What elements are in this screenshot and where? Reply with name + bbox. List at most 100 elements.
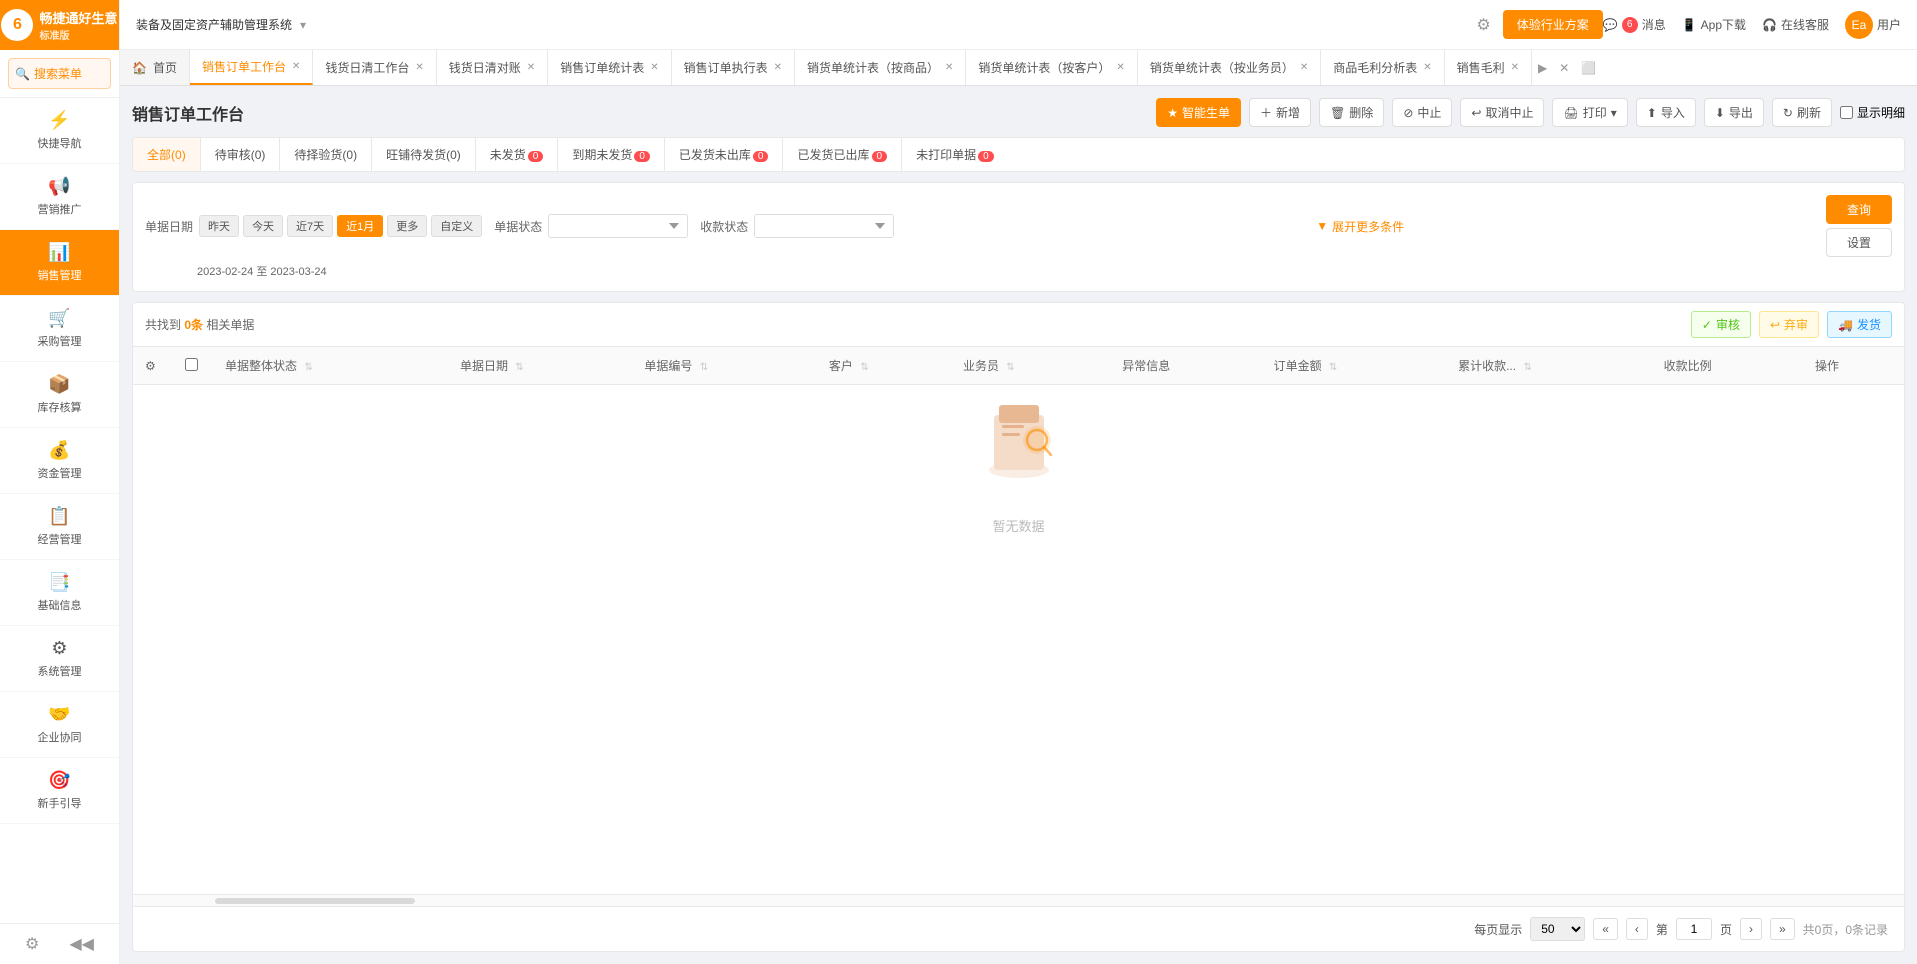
th-customer: 客户 ⇅ xyxy=(817,347,951,385)
cancel-stop-button[interactable]: ↩ 取消中止 xyxy=(1460,98,1544,127)
tab-close-icon[interactable]: ✕ xyxy=(527,62,535,73)
col-label: 操作 xyxy=(1815,359,1839,373)
app-download-action[interactable]: 📱 App下载 xyxy=(1682,16,1746,33)
status-tab-not-shipped[interactable]: 未发货0 xyxy=(476,138,559,171)
expand-filter-btn[interactable]: ▼ 展开更多条件 xyxy=(1316,218,1404,235)
page-next-btn[interactable]: › xyxy=(1740,918,1762,940)
sidebar-item-quick-nav[interactable]: ⚡ 快捷导航 xyxy=(0,98,119,164)
stop-button[interactable]: ⊘ 中止 xyxy=(1392,98,1452,127)
add-button[interactable]: ＋ 新增 xyxy=(1249,98,1311,127)
status-tab-shipped-out[interactable]: 已发货已出库0 xyxy=(783,138,902,171)
tab-close-icon[interactable]: ✕ xyxy=(774,62,782,73)
sidebar-item-system[interactable]: ⚙ 系统管理 xyxy=(0,626,119,692)
tab-sales-stats[interactable]: 销售订单统计表 ✕ xyxy=(548,50,671,85)
horizontal-scrollbar[interactable] xyxy=(133,894,1904,906)
status-tab-shipped-not-out[interactable]: 已发货未出库0 xyxy=(665,138,784,171)
settings-col-icon[interactable]: ⚙ xyxy=(145,359,156,373)
sidebar-item-sales[interactable]: 📊 销售管理 xyxy=(0,230,119,296)
tab-close-icon[interactable]: ✕ xyxy=(1116,62,1124,73)
query-button[interactable]: 查询 xyxy=(1826,195,1892,224)
per-page-select[interactable]: 50 100 200 xyxy=(1530,917,1585,941)
tab-close-all[interactable]: ✕ xyxy=(1553,50,1575,85)
tab-close-icon[interactable]: ✕ xyxy=(1423,62,1431,73)
status-tab-unprinted[interactable]: 未打印单据0 xyxy=(902,138,1008,171)
tab-close-icon[interactable]: ✕ xyxy=(415,62,423,73)
date-7days-btn[interactable]: 近7天 xyxy=(287,215,333,237)
status-tab-pending-inspection[interactable]: 待择验货(0) xyxy=(280,138,372,171)
settings-footer-btn[interactable]: ⚙ xyxy=(25,934,39,954)
tab-close-icon[interactable]: ✕ xyxy=(1300,62,1308,73)
tab-close-icon[interactable]: ✕ xyxy=(945,62,953,73)
sidebar-item-inventory[interactable]: 📦 库存核算 xyxy=(0,362,119,428)
tab-sales-by-salesperson[interactable]: 销货单统计表（按业务员） ✕ xyxy=(1138,50,1321,85)
system-dropdown-arrow[interactable]: ▾ xyxy=(300,18,306,32)
sidebar-item-finance[interactable]: 💰 资金管理 xyxy=(0,428,119,494)
sort-icon[interactable]: ⇅ xyxy=(860,362,868,373)
delete-button[interactable]: 🗑 删除 xyxy=(1319,98,1384,127)
sort-icon[interactable]: ⇅ xyxy=(515,362,523,373)
date-more-btn[interactable]: 更多 xyxy=(387,215,427,237)
payment-filter-select[interactable] xyxy=(754,214,894,238)
show-detail-checkbox[interactable] xyxy=(1840,106,1853,119)
user-action[interactable]: Ea 用户 xyxy=(1845,11,1901,39)
industry-solution-button[interactable]: 体验行业方案 xyxy=(1503,10,1603,39)
tab-close-icon[interactable]: ✕ xyxy=(650,62,658,73)
unapprove-button[interactable]: ↩ 弃审 xyxy=(1759,311,1819,338)
approve-button[interactable]: ✓ 审核 xyxy=(1691,311,1751,338)
print-button[interactable]: 🖨 打印 ▾ xyxy=(1552,98,1627,127)
status-tab-overdue-unshipped[interactable]: 到期未发货0 xyxy=(558,138,665,171)
tab-sales-by-customer[interactable]: 销货单统计表（按客户） ✕ xyxy=(966,50,1137,85)
tab-sales-order-workbench[interactable]: 销售订单工作台 ✕ xyxy=(190,50,313,85)
tab-daily-clear-workbench[interactable]: 钱货日清工作台 ✕ xyxy=(313,50,436,85)
tab-scroll-right[interactable]: ▶ xyxy=(1532,50,1553,85)
tab-product-margin[interactable]: 商品毛利分析表 ✕ xyxy=(1321,50,1444,85)
page-suffix: 页 xyxy=(1720,921,1732,938)
status-filter-select[interactable] xyxy=(548,214,688,238)
page-last-btn[interactable]: » xyxy=(1770,918,1795,940)
page-first-btn[interactable]: « xyxy=(1593,918,1618,940)
tab-home[interactable]: 🏠 首页 xyxy=(120,50,190,85)
topbar-gear-icon[interactable]: ⚙ xyxy=(1476,15,1490,35)
select-all-checkbox[interactable] xyxy=(185,358,198,371)
status-tab-all[interactable]: 全部(0) xyxy=(133,138,201,171)
sidebar-item-marketing[interactable]: 📢 营销推广 xyxy=(0,164,119,230)
tab-close-icon[interactable]: ✕ xyxy=(1511,62,1519,73)
sort-icon[interactable]: ⇅ xyxy=(1006,362,1014,373)
hscroll-thumb[interactable] xyxy=(215,898,415,904)
status-tab-wangpu-pending[interactable]: 旺铺待发货(0) xyxy=(372,138,476,171)
sort-icon[interactable]: ⇅ xyxy=(1523,362,1531,373)
date-custom-btn[interactable]: 自定义 xyxy=(431,215,482,237)
export-button[interactable]: ⬇ 导出 xyxy=(1704,98,1764,127)
settings-button[interactable]: 设置 xyxy=(1826,228,1892,257)
search-menu-button[interactable]: 🔍 搜索菜单 xyxy=(8,58,111,89)
sort-icon[interactable]: ⇅ xyxy=(304,362,312,373)
status-tab-pending-review[interactable]: 待审核(0) xyxy=(201,138,281,171)
sort-icon[interactable]: ⇅ xyxy=(1329,362,1337,373)
message-action[interactable]: 💬 6 消息 xyxy=(1603,16,1666,33)
page-number-input[interactable] xyxy=(1676,918,1712,940)
sidebar-item-operations[interactable]: 📋 经营管理 xyxy=(0,494,119,560)
tab-sales-execute[interactable]: 销售订单执行表 ✕ xyxy=(672,50,795,85)
online-service-action[interactable]: 🎧 在线客服 xyxy=(1762,16,1829,33)
refresh-button[interactable]: ↻ 刷新 xyxy=(1772,98,1832,127)
date-today-btn[interactable]: 今天 xyxy=(243,215,283,237)
collapse-footer-btn[interactable]: ◀◀ xyxy=(69,934,94,954)
tab-sales-margin[interactable]: 销售毛利 ✕ xyxy=(1445,50,1532,85)
sidebar-item-enterprise[interactable]: 🤝 企业协同 xyxy=(0,692,119,758)
sort-icon[interactable]: ⇅ xyxy=(700,362,708,373)
date-1month-btn[interactable]: 近1月 xyxy=(337,215,383,237)
import-button[interactable]: ⬆ 导入 xyxy=(1636,98,1696,127)
sidebar-item-basic-info[interactable]: 📑 基础信息 xyxy=(0,560,119,626)
tab-daily-reconcile[interactable]: 钱货日清对账 ✕ xyxy=(437,50,548,85)
sidebar-item-guide[interactable]: 🎯 新手引导 xyxy=(0,758,119,824)
ship-button[interactable]: 🚚 发货 xyxy=(1827,311,1892,338)
tab-sales-by-product[interactable]: 销货单统计表（按商品） ✕ xyxy=(795,50,966,85)
filter-date-item: 单据日期 昨天 今天 近7天 近1月 更多 自定义 xyxy=(145,215,482,237)
tab-maximize[interactable]: ⬜ xyxy=(1575,50,1602,85)
tab-close-icon[interactable]: ✕ xyxy=(292,61,300,72)
page-prev-btn[interactable]: ‹ xyxy=(1626,918,1648,940)
date-yesterday-btn[interactable]: 昨天 xyxy=(199,215,239,237)
smart-create-button[interactable]: ★ 智能生单 xyxy=(1156,98,1241,127)
sidebar-item-purchase[interactable]: 🛒 采购管理 xyxy=(0,296,119,362)
show-detail-label[interactable]: 显示明细 xyxy=(1840,104,1905,121)
